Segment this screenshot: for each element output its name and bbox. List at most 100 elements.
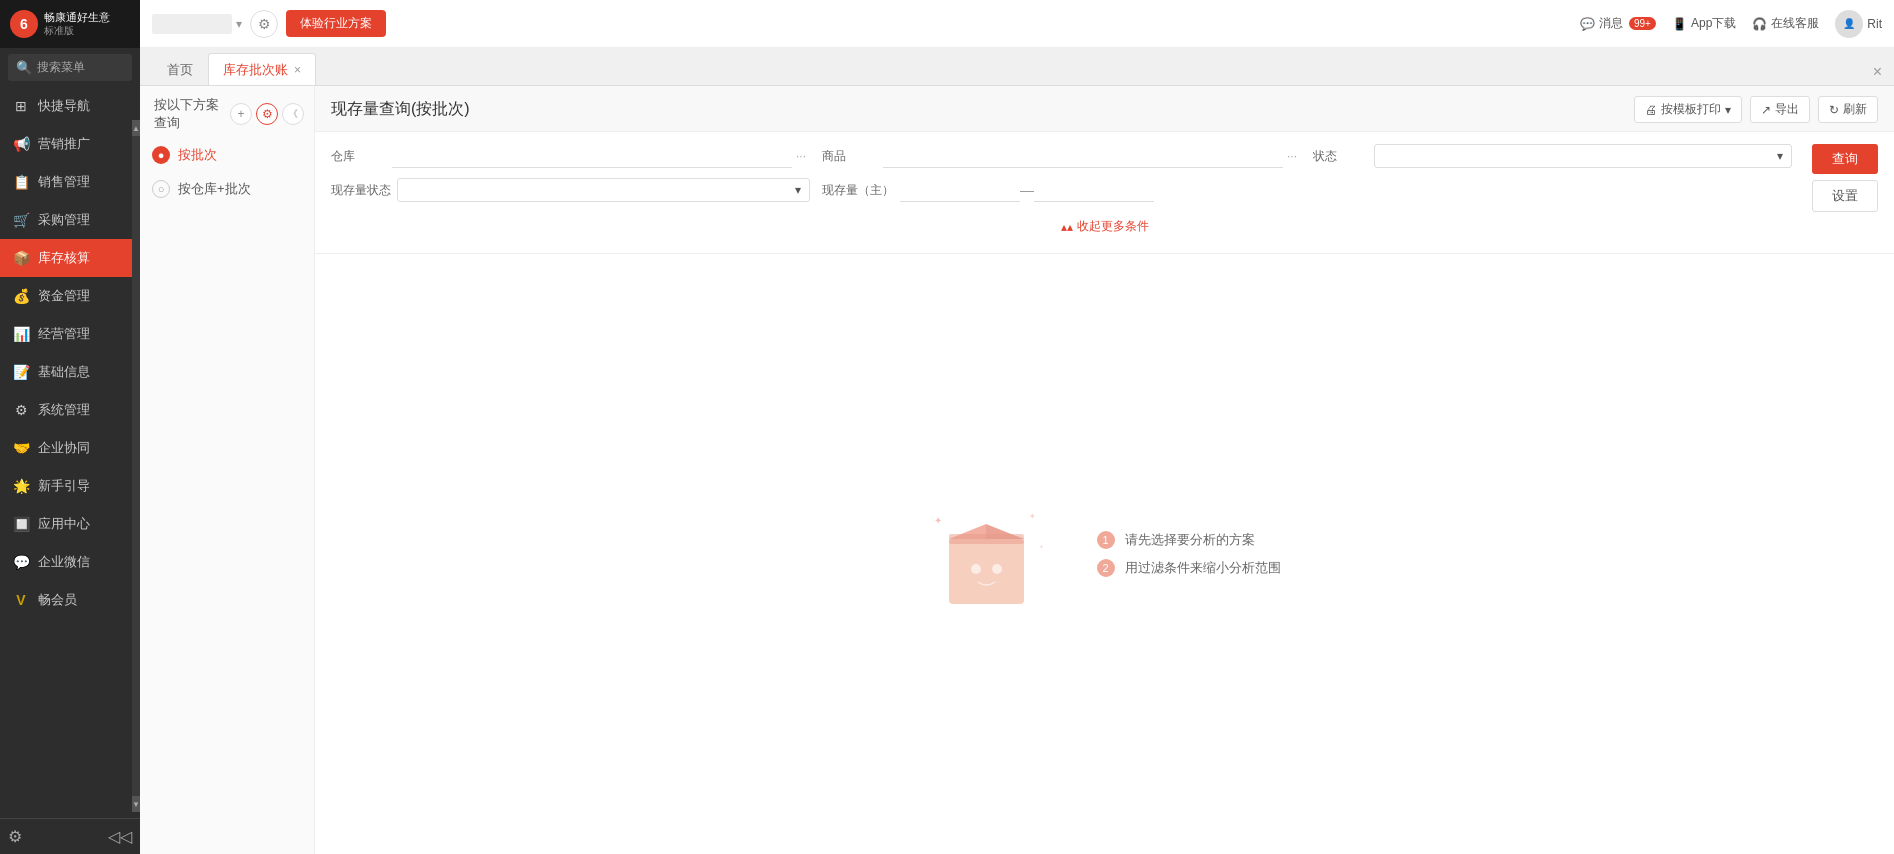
stock-status-dropdown-icon: ▾ <box>795 183 801 197</box>
svg-point-2 <box>971 564 981 574</box>
product-filter-input[interactable] <box>883 145 1283 168</box>
sidebar-item-label: 销售管理 <box>38 173 90 191</box>
customer-service-icon: 🎧 <box>1752 17 1767 31</box>
step-2-num: 2 <box>1097 559 1115 577</box>
filter-settings-btn[interactable]: 设置 <box>1812 180 1878 212</box>
app-download-btn[interactable]: 📱 App下载 <box>1672 15 1736 32</box>
query-btn[interactable]: 查询 <box>1812 144 1878 174</box>
filter-stock-amount: 现存量（主） — <box>822 179 1301 202</box>
user-profile-btn[interactable]: 👤 Rit <box>1835 10 1882 38</box>
user-name: Rit <box>1867 17 1882 31</box>
sidebar-item-sales[interactable]: 📋 销售管理 <box>0 163 140 201</box>
breadcrumb: ▾ <box>152 14 242 34</box>
sidebar-item-label: 基础信息 <box>38 363 90 381</box>
status-dropdown-icon: ▾ <box>1777 149 1783 163</box>
step-2-text: 用过滤条件来缩小分析范围 <box>1125 559 1281 577</box>
stock-status-select[interactable]: ▾ <box>397 178 810 202</box>
page-title: 现存量查询(按批次) <box>331 99 470 120</box>
active-tab-label: 库存批次账 <box>223 61 288 79</box>
warehouse-filter-input[interactable] <box>392 145 792 168</box>
print-template-btn[interactable]: 🖨 按模板打印 ▾ <box>1634 96 1742 123</box>
sidebar-item-vip[interactable]: V 畅会员 <box>0 581 140 619</box>
customer-service-btn[interactable]: 🎧 在线客服 <box>1752 15 1819 32</box>
product-filter-label: 商品 <box>822 148 877 165</box>
wechat-icon: 💬 <box>12 553 30 571</box>
left-panel: 按以下方案查询 + ⚙ 《 ● 按批次 <box>140 86 315 854</box>
sidebar-item-label: 新手引导 <box>38 477 90 495</box>
svg-text:✦: ✦ <box>1029 512 1036 521</box>
plus-icon: + <box>237 107 244 121</box>
scheme-by-batch[interactable]: ● 按批次 <box>140 138 314 172</box>
sidebar-item-inventory[interactable]: 📦 库存核算 <box>0 239 140 277</box>
empty-illustration: ✦ ✦ ✦ <box>929 504 1049 604</box>
sidebar-item-marketing[interactable]: 📢 营销推广 <box>0 125 140 163</box>
export-btn[interactable]: ↗ 导出 <box>1750 96 1810 123</box>
empty-state: ✦ ✦ ✦ 1 请先选择要分析的方案 2 用过滤条件来缩小分 <box>315 254 1894 854</box>
sidebar-item-enterprise[interactable]: 🤝 企业协同 <box>0 429 140 467</box>
warehouse-filter-label: 仓库 <box>331 148 386 165</box>
tab-inventory-batch[interactable]: 库存批次账 × <box>208 53 316 85</box>
scheme-by-warehouse-batch[interactable]: ○ 按仓库+批次 <box>140 172 314 206</box>
vip-icon: V <box>12 591 30 609</box>
topbar-settings-button[interactable]: ⚙ <box>250 10 278 38</box>
breadcrumb-input[interactable] <box>152 14 232 34</box>
trial-btn[interactable]: 体验行业方案 <box>286 10 386 37</box>
inventory-icon: 📦 <box>12 249 30 267</box>
scroll-up-btn[interactable]: ▲ <box>132 120 140 136</box>
collapse-sidebar-icon[interactable]: ◁◁ <box>108 827 132 846</box>
product-filter-dots[interactable]: ··· <box>1283 149 1301 163</box>
stock-status-label: 现存量状态 <box>331 182 391 199</box>
tab-close-icon[interactable]: × <box>294 64 301 76</box>
sidebar-item-finance[interactable]: 💰 资金管理 <box>0 277 140 315</box>
sidebar-item-wechat[interactable]: 💬 企业微信 <box>0 543 140 581</box>
refresh-btn[interactable]: ↻ 刷新 <box>1818 96 1878 123</box>
settings-footer-icon[interactable]: ⚙ <box>8 827 22 846</box>
left-panel-title: 按以下方案查询 <box>154 96 230 132</box>
marketing-icon: 📢 <box>12 135 30 153</box>
stock-amount-label: 现存量（主） <box>822 182 894 199</box>
sidebar-item-purchase[interactable]: 🛒 采购管理 <box>0 201 140 239</box>
messages-label: 消息 <box>1599 15 1623 32</box>
sales-icon: 📋 <box>12 173 30 191</box>
messages-icon: 💬 <box>1580 17 1595 31</box>
sidebar-item-system[interactable]: ⚙ 系统管理 <box>0 391 140 429</box>
purchase-icon: 🛒 <box>12 211 30 229</box>
sidebar-item-basic[interactable]: 📝 基础信息 <box>0 353 140 391</box>
sidebar-item-guide[interactable]: 🌟 新手引导 <box>0 467 140 505</box>
collapse-filter-bar[interactable]: ▴▴ 收起更多条件 <box>331 212 1878 241</box>
sidebar-item-shortcut[interactable]: ⊞ 快捷导航 <box>0 87 140 125</box>
search-menu[interactable]: 🔍 搜索菜单 <box>8 54 132 81</box>
sidebar-header: 6 畅康通好生意 标准版 <box>0 0 140 48</box>
stock-amount-to[interactable] <box>1034 179 1154 202</box>
left-panel-header: 按以下方案查询 + ⚙ 《 <box>140 86 314 138</box>
finance-icon: 💰 <box>12 287 30 305</box>
scroll-down-btn[interactable]: ▼ <box>132 796 140 812</box>
collapse-panel-btn[interactable]: 《 <box>282 103 304 125</box>
messages-btn[interactable]: 💬 消息 99+ <box>1580 15 1656 32</box>
gear-icon: ⚙ <box>262 107 273 121</box>
print-template-label: 按模板打印 <box>1661 101 1721 118</box>
tab-home[interactable]: 首页 <box>152 53 208 85</box>
sidebar-item-operation[interactable]: 📊 经营管理 <box>0 315 140 353</box>
refresh-label: 刷新 <box>1843 101 1867 118</box>
search-icon: 🔍 <box>16 60 32 75</box>
system-icon: ⚙ <box>12 401 30 419</box>
sidebar-item-label: 资金管理 <box>38 287 90 305</box>
operation-icon: 📊 <box>12 325 30 343</box>
app-logo: 6 <box>10 10 38 38</box>
breadcrumb-chevron-icon: ▾ <box>236 17 242 31</box>
settings-scheme-btn[interactable]: ⚙ <box>256 103 278 125</box>
sidebar-item-apps[interactable]: 🔲 应用中心 <box>0 505 140 543</box>
svg-text:✦: ✦ <box>934 515 942 526</box>
page-header: 现存量查询(按批次) 🖨 按模板打印 ▾ ↗ 导出 ↻ 刷新 <box>315 86 1894 132</box>
basic-icon: 📝 <box>12 363 30 381</box>
warehouse-filter-dots[interactable]: ··· <box>792 149 810 163</box>
stock-amount-from[interactable] <box>900 179 1020 202</box>
panel-close-btn[interactable]: × <box>1873 63 1882 85</box>
sidebar-scrollbar: ▲ ▼ <box>132 120 140 812</box>
add-scheme-btn[interactable]: + <box>230 103 252 125</box>
status-filter-select[interactable]: ▾ <box>1374 144 1792 168</box>
avatar: 👤 <box>1835 10 1863 38</box>
shortcut-icon: ⊞ <box>12 97 30 115</box>
collapse-icon: 《 <box>288 107 298 121</box>
